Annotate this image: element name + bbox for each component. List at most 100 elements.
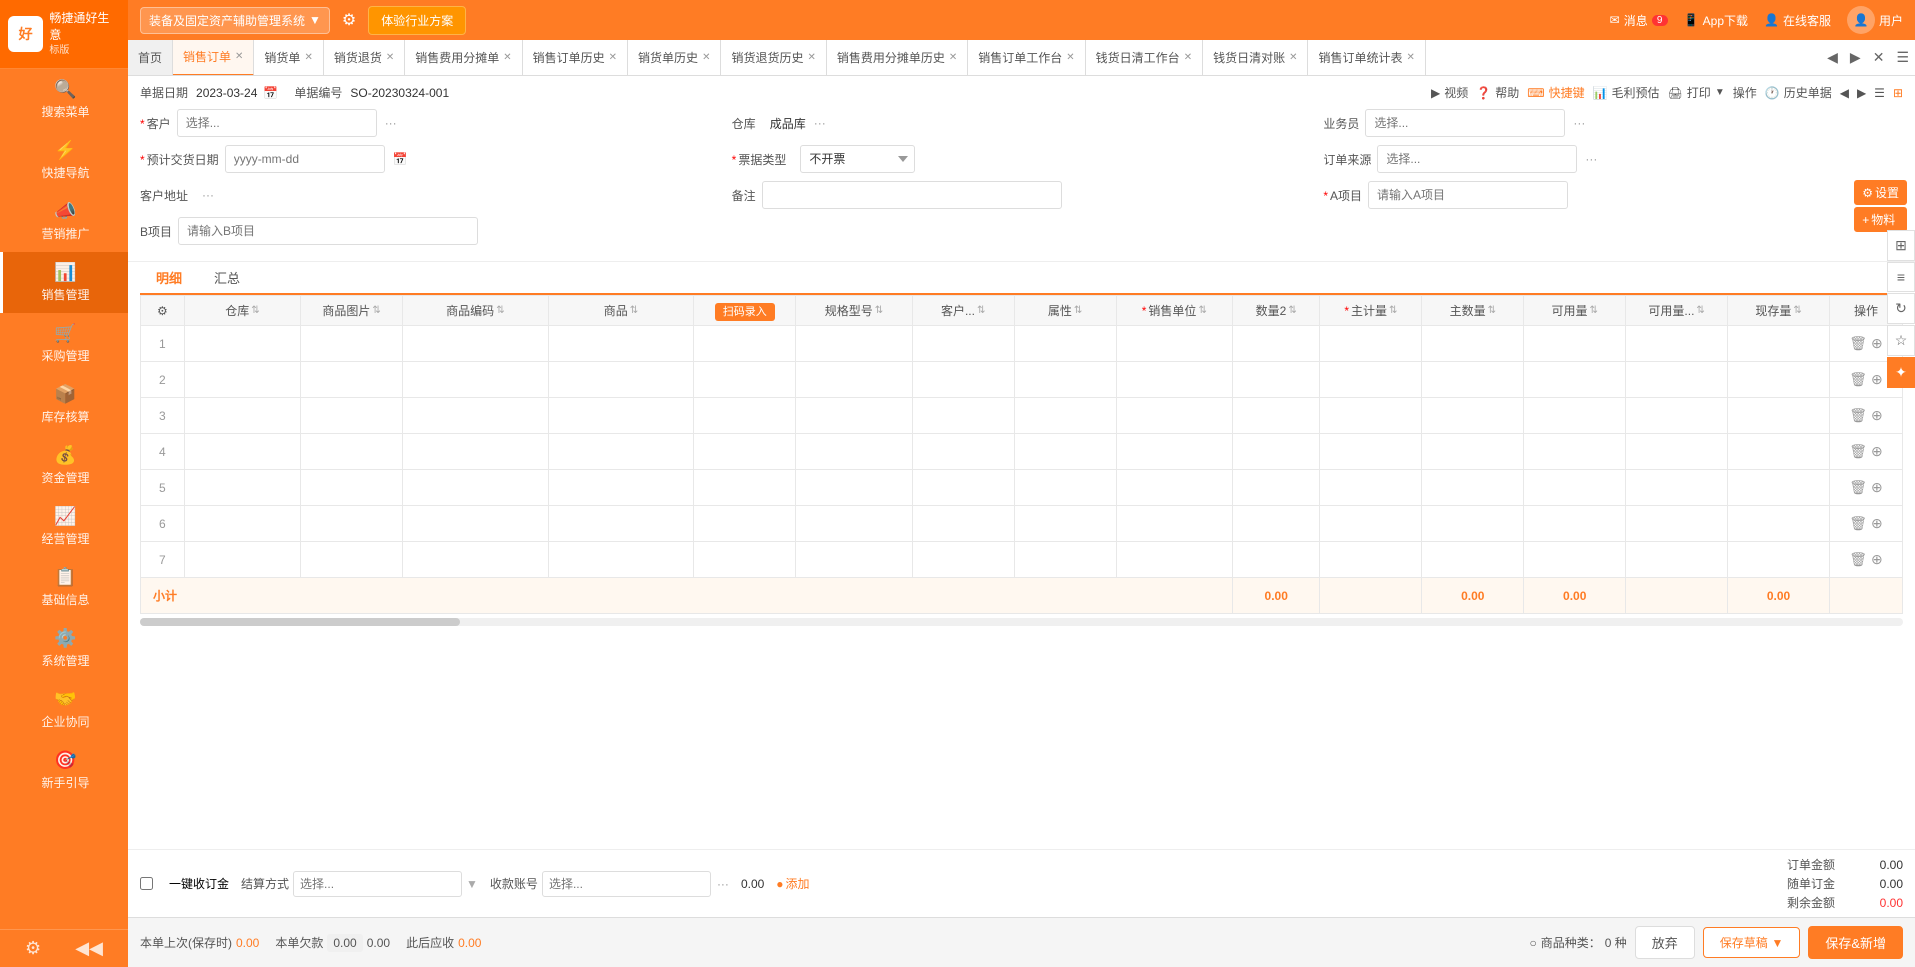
payment-method-input[interactable]: [293, 871, 462, 897]
tab-prev-button[interactable]: ◀: [1821, 40, 1844, 76]
cell-available[interactable]: [1524, 434, 1626, 470]
save-new-button[interactable]: 保存&新增: [1808, 926, 1903, 959]
tab-close-icon[interactable]: ✕: [949, 52, 957, 63]
cell-qty2[interactable]: [1233, 506, 1320, 542]
cell-qty2[interactable]: [1233, 542, 1320, 578]
cell-current-stock[interactable]: [1728, 326, 1830, 362]
cell-sales-unit[interactable]: [1116, 470, 1232, 506]
sidebar-item-新手引导[interactable]: 🎯新手引导: [0, 740, 128, 801]
col-current-stock[interactable]: 现存量⇅: [1728, 296, 1830, 326]
add-material-button[interactable]: + 物料: [1854, 207, 1907, 232]
tab-销货退货历史[interactable]: 销货退货历史✕: [721, 40, 826, 76]
online-service-button[interactable]: 👤 在线客服: [1764, 12, 1831, 29]
cell-product-code[interactable]: [403, 398, 549, 434]
cell-available[interactable]: [1524, 326, 1626, 362]
col-product-code[interactable]: 商品编码⇅: [403, 296, 549, 326]
add-button[interactable]: ● 添加: [776, 875, 809, 892]
sidebar-item-系统管理[interactable]: ⚙️系统管理: [0, 618, 128, 679]
cell-product-image[interactable]: [301, 506, 403, 542]
cell-customer[interactable]: [912, 470, 1014, 506]
col-available[interactable]: 可用量⇅: [1524, 296, 1626, 326]
sidebar-collapse-icon[interactable]: ◀◀: [75, 938, 103, 959]
delete-icon[interactable]: 🗑: [1849, 551, 1867, 568]
delete-icon[interactable]: 🗑: [1849, 443, 1867, 460]
cell-current-stock[interactable]: [1728, 434, 1830, 470]
sidebar-item-资金管理[interactable]: 💰资金管理: [0, 435, 128, 496]
scan-button[interactable]: 扫码录入: [715, 303, 775, 321]
cell-property[interactable]: [1014, 506, 1116, 542]
cell-available[interactable]: [1524, 542, 1626, 578]
tab-钱货日清对账[interactable]: 钱货日清对账✕: [1203, 40, 1308, 76]
cell-qty2[interactable]: [1233, 398, 1320, 434]
cell-current-stock[interactable]: [1728, 362, 1830, 398]
topbar-gear-button[interactable]: ⚙: [338, 6, 360, 34]
copy-icon[interactable]: ⊕: [1871, 479, 1883, 496]
cell-spec[interactable]: [796, 542, 912, 578]
cell-warehouse[interactable]: [184, 398, 300, 434]
customer-more-icon[interactable]: ···: [385, 116, 397, 130]
industry-button[interactable]: 体验行业方案: [368, 6, 466, 35]
next-record-button[interactable]: ▶: [1857, 86, 1866, 100]
col-available2[interactable]: 可用量...⇅: [1626, 296, 1728, 326]
copy-icon[interactable]: ⊕: [1871, 443, 1883, 460]
cell-main-unit[interactable]: [1320, 470, 1422, 506]
cell-warehouse[interactable]: [184, 470, 300, 506]
rp-refresh-button[interactable]: ↻: [1887, 293, 1915, 324]
cell-warehouse[interactable]: [184, 434, 300, 470]
cell-available[interactable]: [1524, 398, 1626, 434]
sidebar-item-搜索菜单[interactable]: 🔍搜索菜单: [0, 69, 128, 130]
cell-available2[interactable]: [1626, 362, 1728, 398]
bank-more-icon[interactable]: ···: [717, 877, 729, 891]
cell-available2[interactable]: [1626, 398, 1728, 434]
cell-product[interactable]: [548, 326, 694, 362]
cell-customer[interactable]: [912, 542, 1014, 578]
delete-icon[interactable]: 🗑: [1849, 371, 1867, 388]
cell-spec[interactable]: [796, 470, 912, 506]
app-download-button[interactable]: 📱 App下载: [1684, 12, 1748, 29]
sidebar-item-采购管理[interactable]: 🛒采购管理: [0, 313, 128, 374]
list-view-button[interactable]: ☰: [1874, 86, 1885, 100]
cell-warehouse[interactable]: [184, 542, 300, 578]
cell-spec[interactable]: [796, 398, 912, 434]
cell-customer[interactable]: [912, 326, 1014, 362]
cell-product-image[interactable]: [301, 470, 403, 506]
shortcut-button[interactable]: ⌨ 快捷键: [1527, 84, 1584, 101]
tab-close-icon[interactable]: ✕: [386, 52, 394, 63]
cell-main-unit[interactable]: [1320, 362, 1422, 398]
tab-销售订单历史[interactable]: 销售订单历史✕: [523, 40, 628, 76]
cell-warehouse[interactable]: [184, 506, 300, 542]
tab-close-icon[interactable]: ✕: [1407, 52, 1415, 63]
prev-record-button[interactable]: ◀: [1840, 86, 1849, 100]
cell-qty2[interactable]: [1233, 434, 1320, 470]
copy-icon[interactable]: ⊕: [1871, 335, 1883, 352]
cell-product[interactable]: [548, 470, 694, 506]
save-draft-button[interactable]: 保存草稿 ▼: [1703, 927, 1801, 958]
tab-close-icon[interactable]: ✕: [1184, 52, 1192, 63]
cell-property[interactable]: [1014, 326, 1116, 362]
cell-property[interactable]: [1014, 470, 1116, 506]
cell-customer[interactable]: [912, 362, 1014, 398]
delete-icon[interactable]: 🗑: [1849, 335, 1867, 352]
cell-scan[interactable]: [694, 470, 796, 506]
cell-main-qty[interactable]: [1422, 470, 1524, 506]
col-sales-unit[interactable]: *销售单位⇅: [1116, 296, 1232, 326]
cell-product-code[interactable]: [403, 434, 549, 470]
col-main-unit[interactable]: *主计量⇅: [1320, 296, 1422, 326]
b-project-input[interactable]: [178, 217, 478, 245]
calendar-icon[interactable]: 📅: [263, 86, 278, 100]
warehouse-more-icon[interactable]: ···: [814, 116, 826, 130]
print-button[interactable]: 🖨 打印 ▼: [1668, 84, 1725, 101]
tab-close-icon[interactable]: ✕: [1289, 52, 1297, 63]
rp-active-button[interactable]: ✦: [1887, 357, 1915, 388]
cell-main-qty[interactable]: [1422, 398, 1524, 434]
cell-qty2[interactable]: [1233, 362, 1320, 398]
cell-available[interactable]: [1524, 506, 1626, 542]
view-button[interactable]: ▶ 视频: [1431, 84, 1468, 101]
tab-detail[interactable]: 明细: [140, 262, 198, 295]
sidebar-item-快捷导航[interactable]: ⚡快捷导航: [0, 130, 128, 191]
cell-product[interactable]: [548, 542, 694, 578]
cell-scan[interactable]: [694, 434, 796, 470]
cell-spec[interactable]: [796, 434, 912, 470]
sidebar-item-营销推广[interactable]: 📣营销推广: [0, 191, 128, 252]
cell-product-code[interactable]: [403, 362, 549, 398]
